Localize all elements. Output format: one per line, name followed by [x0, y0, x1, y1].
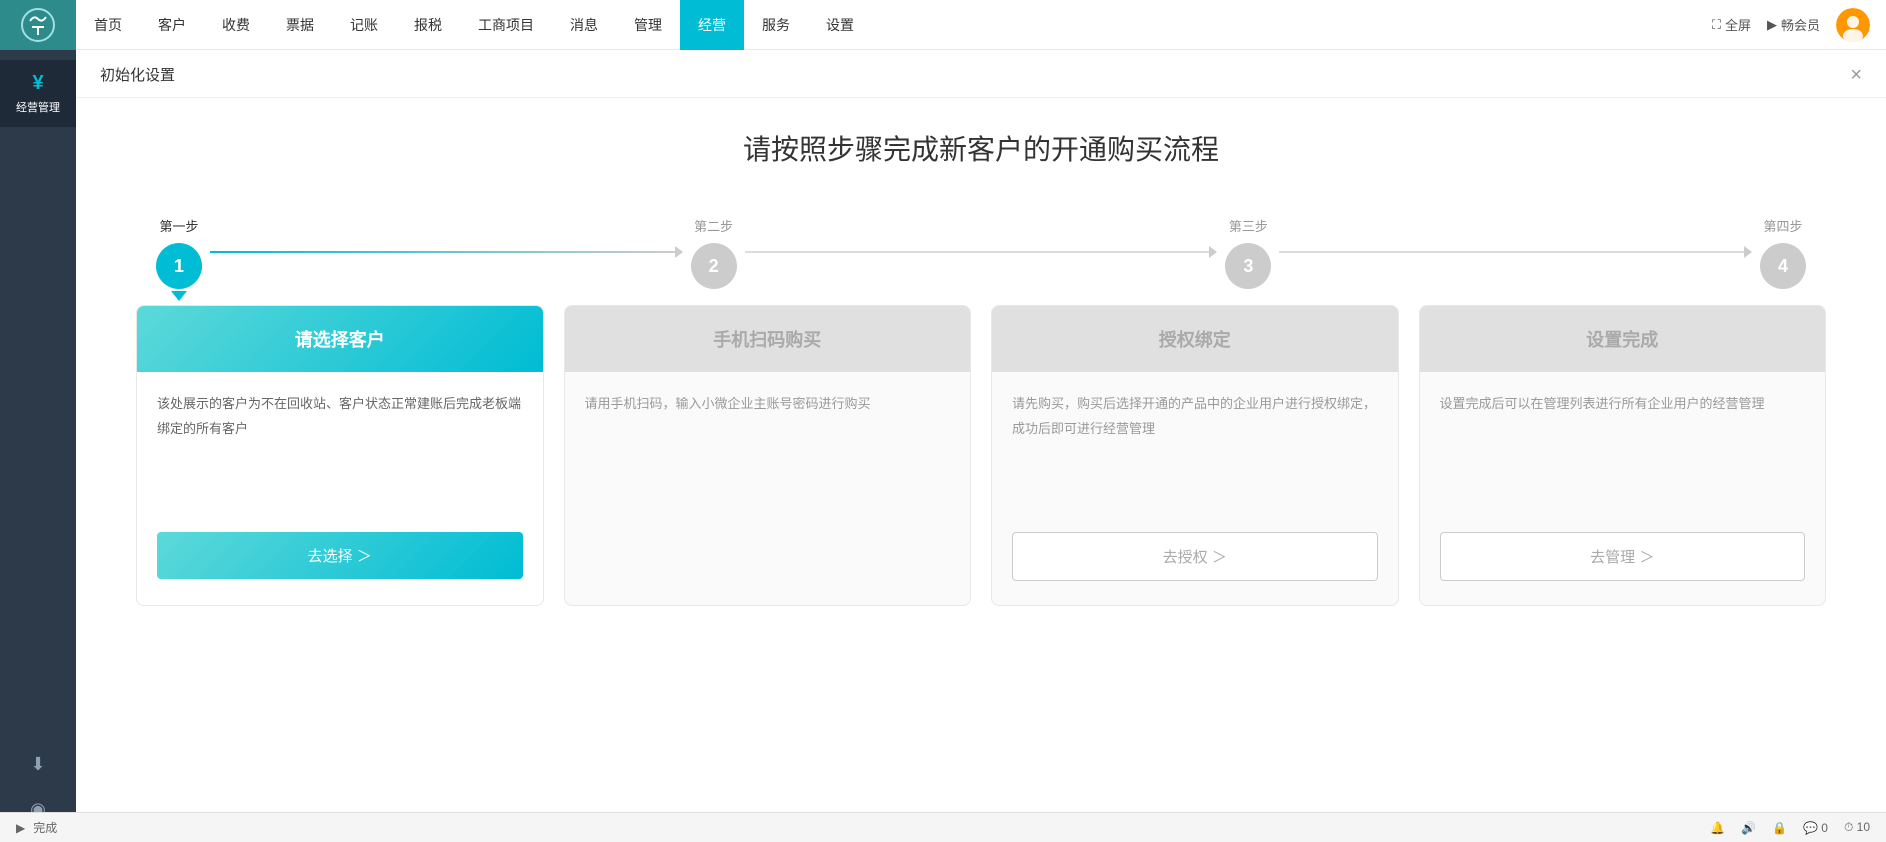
message-count: 💬 0: [1803, 821, 1828, 835]
card-4-header: 设置完成: [1420, 306, 1826, 372]
card-4-text: 设置完成后可以在管理列表进行所有企业用户的经营管理: [1440, 392, 1806, 417]
operation-icon: ¥: [32, 72, 43, 95]
logo-icon: [20, 7, 56, 43]
nav-item-service[interactable]: 服务: [744, 0, 808, 50]
step-4-circle: 4: [1760, 243, 1806, 289]
play-icon: ▶: [16, 821, 25, 835]
card-1-body: 该处展示的客户为不在回收站、客户状态正常建账后完成老板端绑定的所有客户: [137, 372, 543, 532]
card-3-body: 请先购买，购买后选择开通的产品中的企业用户进行授权绑定，成功后即可进行经营管理: [992, 372, 1398, 532]
timer: ⏱ 10: [1844, 820, 1870, 835]
card-4-footer: 去管理 ＞: [1420, 532, 1826, 605]
card-3-footer: 去授权 ＞: [992, 532, 1398, 605]
sidebar-item-download[interactable]: ⬇: [0, 742, 76, 787]
nav-item-commerce[interactable]: 工商项目: [460, 0, 552, 50]
wizard-heading: 请按照步骤完成新客户的开通购买流程: [136, 128, 1826, 168]
card-1-footer: 去选择 ＞: [137, 532, 543, 603]
go-manage-button[interactable]: 去管理 ＞: [1440, 532, 1806, 581]
page-title: 初始化设置: [100, 64, 175, 85]
card-2-footer: [565, 532, 971, 586]
avatar[interactable]: [1836, 8, 1870, 42]
fullscreen-btn[interactable]: ⛶ 全屏: [1712, 15, 1751, 34]
download-icon: ⬇: [30, 754, 45, 775]
nav-item-manage[interactable]: 管理: [616, 0, 680, 50]
step-3-label: 第三步: [1229, 216, 1268, 235]
fullscreen-icon: ⛶: [1712, 17, 1721, 33]
wizard-container: 请按照步骤完成新客户的开通购买流程 第一步 1: [76, 98, 1886, 646]
nav-item-customer[interactable]: 客户: [140, 0, 204, 50]
main-content: 初始化设置 × 请按照步骤完成新客户的开通购买流程 第一步 1: [76, 50, 1886, 842]
status-bar: ▶ 完成 🔔 🔊 🔒 💬 0 ⏱ 10: [0, 812, 1886, 842]
step-4-label: 第四步: [1764, 216, 1803, 235]
card-2-header: 手机扫码购买: [565, 306, 971, 372]
page-header: 初始化设置 ×: [76, 50, 1886, 98]
card-4: 设置完成 设置完成后可以在管理列表进行所有企业用户的经营管理 去管理 ＞: [1419, 305, 1827, 606]
status-bar-left: ▶ 完成: [16, 819, 57, 836]
logo: [0, 0, 76, 50]
card-3: 授权绑定 请先购买，购买后选择开通的产品中的企业用户进行授权绑定，成功后即可进行…: [991, 305, 1399, 606]
status-bar-right: 🔔 🔊 🔒 💬 0 ⏱ 10: [1710, 820, 1870, 835]
card-4-body: 设置完成后可以在管理列表进行所有企业用户的经营管理: [1420, 372, 1826, 532]
card-1-text: 该处展示的客户为不在回收站、客户状态正常建账后完成老板端绑定的所有客户: [157, 392, 523, 441]
nav-item-home[interactable]: 首页: [76, 0, 140, 50]
step-3: 第三步 3: [1225, 216, 1271, 289]
connector-1-2: [202, 216, 691, 258]
card-2: 手机扫码购买 请用手机扫码，输入小微企业主账号密码进行购买: [564, 305, 972, 606]
steps-row: 第一步 1 第二步 2: [136, 216, 1826, 289]
connector-3-4: [1271, 216, 1760, 258]
card-3-header: 授权绑定: [992, 306, 1398, 372]
avatar-icon: [1836, 8, 1870, 42]
card-1-header: 请选择客户: [137, 306, 543, 372]
step-2: 第二步 2: [691, 216, 737, 289]
cards-row: 请选择客户 该处展示的客户为不在回收站、客户状态正常建账后完成老板端绑定的所有客…: [136, 305, 1826, 606]
nav-items: 首页 客户 收费 票据 记账 报税 工商项目 消息 管理 经营 服务 设置: [76, 0, 1712, 50]
top-nav: 首页 客户 收费 票据 记账 报税 工商项目 消息 管理 经营 服务 设置 ⛶ …: [0, 0, 1886, 50]
notification-icon[interactable]: 🔔: [1710, 821, 1725, 835]
nav-item-operation[interactable]: 经营: [680, 0, 744, 50]
card-2-body: 请用手机扫码，输入小微企业主账号密码进行购买: [565, 372, 971, 532]
nav-item-message[interactable]: 消息: [552, 0, 616, 50]
volume-icon[interactable]: 🔊: [1741, 821, 1756, 835]
nav-right: ⛶ 全屏 ▶ 畅会员: [1712, 8, 1886, 42]
card-2-text: 请用手机扫码，输入小微企业主账号密码进行购买: [585, 392, 951, 417]
vip-btn[interactable]: ▶ 畅会员: [1767, 15, 1820, 34]
step-3-circle: 3: [1225, 243, 1271, 289]
step-2-circle: 2: [691, 243, 737, 289]
card-1: 请选择客户 该处展示的客户为不在回收站、客户状态正常建账后完成老板端绑定的所有客…: [136, 305, 544, 606]
nav-item-fee[interactable]: 收费: [204, 0, 268, 50]
nav-item-settings[interactable]: 设置: [808, 0, 872, 50]
step-2-label: 第二步: [694, 216, 733, 235]
layout: ¥ 经营管理 ⬇ ◉ 初始化设置 × 请按照步骤完成新客户的开通购买流程 第一步: [0, 50, 1886, 842]
lock-icon[interactable]: 🔒: [1772, 821, 1787, 835]
step-1: 第一步 1: [156, 216, 202, 289]
vip-icon: ▶: [1767, 17, 1777, 33]
sidebar: ¥ 经营管理 ⬇ ◉: [0, 50, 76, 842]
go-select-button[interactable]: 去选择 ＞: [157, 532, 523, 579]
nav-item-tax[interactable]: 报税: [396, 0, 460, 50]
status-text: 完成: [33, 819, 57, 836]
card-3-text: 请先购买，购买后选择开通的产品中的企业用户进行授权绑定，成功后即可进行经营管理: [1012, 392, 1378, 441]
sidebar-item-operation[interactable]: ¥ 经营管理: [0, 60, 76, 127]
step-1-label: 第一步: [159, 216, 198, 235]
step-4: 第四步 4: [1760, 216, 1806, 289]
nav-item-bill[interactable]: 票据: [268, 0, 332, 50]
step-1-circle: 1: [156, 243, 202, 289]
nav-item-account[interactable]: 记账: [332, 0, 396, 50]
connector-2-3: [737, 216, 1226, 258]
close-button[interactable]: ×: [1850, 65, 1862, 85]
go-authorize-button[interactable]: 去授权 ＞: [1012, 532, 1378, 581]
